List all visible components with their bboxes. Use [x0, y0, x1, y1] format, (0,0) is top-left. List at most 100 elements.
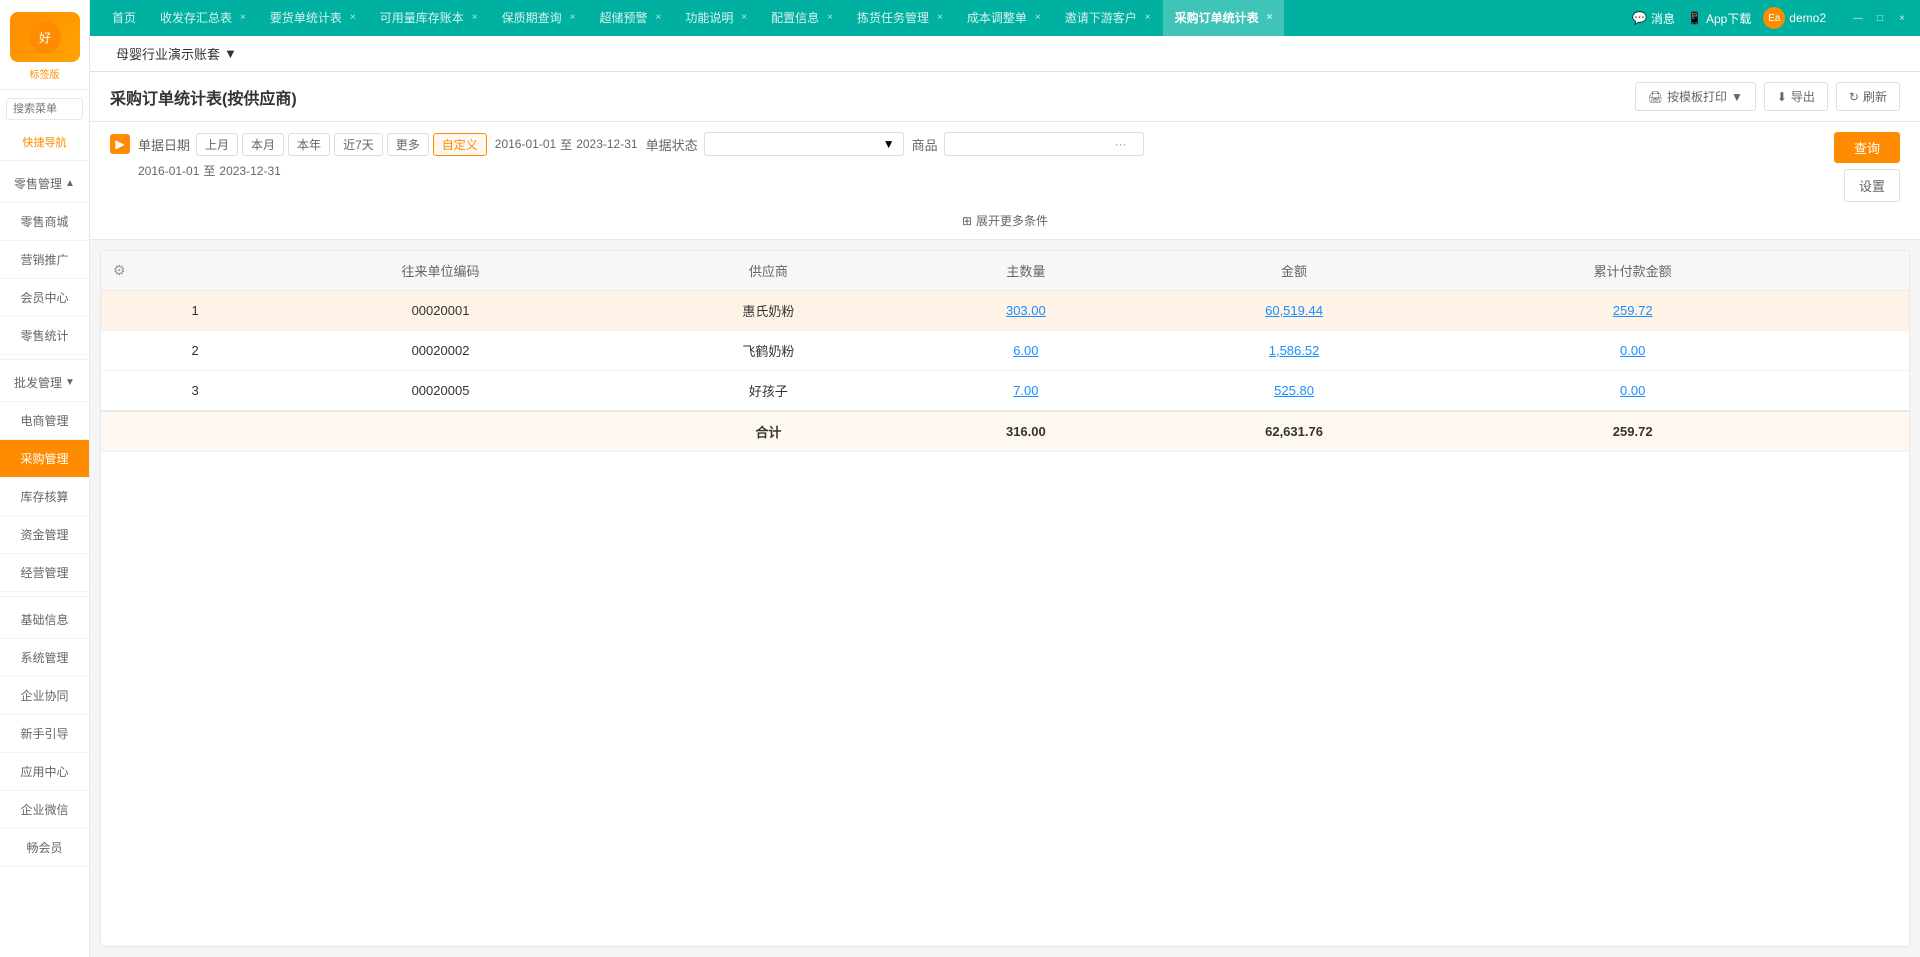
window-maximize-button[interactable]: □	[1872, 10, 1888, 26]
paid-amount-link[interactable]: 259.72	[1613, 303, 1653, 318]
tab-available-inventory[interactable]: 可用量库存账本 ×	[368, 0, 490, 36]
query-button[interactable]: 查询	[1834, 132, 1900, 163]
date-custom-button[interactable]: 自定义	[433, 133, 487, 156]
print-button[interactable]: 🖨 按模板打印 ▼	[1635, 82, 1756, 111]
tab-order-summary-label: 要货单统计表	[270, 0, 342, 36]
sidebar-item-member[interactable]: 会员中心	[0, 279, 89, 317]
nav-org-selector[interactable]: 母婴行业演示账套 ▼	[106, 36, 247, 72]
refresh-button[interactable]: ↻ 刷新	[1836, 82, 1900, 111]
download-icon: 📱	[1687, 11, 1702, 25]
date-end: 2023-12-31	[576, 137, 637, 151]
tab-function-desc[interactable]: 功能说明 ×	[673, 0, 759, 36]
date-7days-button[interactable]: 近7天	[334, 133, 383, 156]
topbar: 首页 收发存汇总表 × 要货单统计表 × 可用量库存账本 × 保质期查询 × 超…	[90, 0, 1920, 36]
tab-available-inventory-label: 可用量库存账本	[380, 0, 464, 36]
window-close-button[interactable]: ×	[1894, 10, 1910, 26]
sidebar-item-basic[interactable]: 基础信息	[0, 601, 89, 639]
sidebar-item-operations[interactable]: 经营管理	[0, 554, 89, 592]
row-main-qty-cell: 7.00	[908, 371, 1143, 412]
tab-cost-adjust[interactable]: 成本调整单 ×	[955, 0, 1053, 36]
table-row: 2 00020002 飞鹤奶粉 6.00 1,586.52 0.00	[101, 331, 1909, 371]
print-icon: 🖨	[1648, 90, 1663, 104]
sidebar-item-inventory[interactable]: 库存核算	[0, 478, 89, 516]
column-settings-icon[interactable]: ⚙	[113, 262, 126, 278]
tab-order-summary-close[interactable]: ×	[350, 0, 356, 36]
sidebar-item-enterprise[interactable]: 企业协同	[0, 677, 89, 715]
tab-home[interactable]: 首页	[100, 0, 148, 36]
filter-settings-button[interactable]: 设置	[1844, 169, 1900, 202]
date-this-year-button[interactable]: 本年	[288, 133, 330, 156]
tab-cost-adjust-close[interactable]: ×	[1035, 0, 1041, 36]
row-index-cell: 2	[138, 331, 253, 371]
tab-order-summary[interactable]: 要货单统计表 ×	[258, 0, 368, 36]
sidebar-item-system[interactable]: 系统管理	[0, 639, 89, 677]
sidebar-item-guide[interactable]: 新手引导	[0, 715, 89, 753]
date-display-secondary: 2016-01-01 至 2023-12-31	[138, 162, 1814, 179]
avatar: Ea	[1763, 7, 1785, 29]
sidebar-item-finance[interactable]: 资金管理	[0, 516, 89, 554]
sidebar-item-wholesale[interactable]: 批发管理 ▼	[0, 364, 89, 402]
window-controls: — □ ×	[1850, 10, 1910, 26]
tab-receive-summary-close[interactable]: ×	[240, 0, 246, 36]
sidebar: 好 标签版 快捷导航 零售管理 ▲ 零售商城 营销推广 会员中心 零售统计 批发…	[0, 0, 90, 957]
user-avatar[interactable]: Ea demo2	[1763, 7, 1826, 29]
date-more-button[interactable]: 更多	[387, 133, 429, 156]
app-download-button[interactable]: 📱 App下载	[1687, 10, 1751, 27]
status-select[interactable]: ▼	[704, 132, 904, 156]
amount-link[interactable]: 60,519.44	[1265, 303, 1323, 318]
sidebar-quick-nav[interactable]: 快捷导航	[0, 128, 89, 156]
tab-available-inventory-close[interactable]: ×	[472, 0, 478, 36]
row-settings-cell	[101, 331, 138, 371]
tab-receive-summary[interactable]: 收发存汇总表 ×	[148, 0, 258, 36]
sidebar-item-retail-shop[interactable]: 零售商城	[0, 203, 89, 241]
tab-overstock[interactable]: 超储预警 ×	[587, 0, 673, 36]
sidebar-item-purchase[interactable]: 采购管理	[0, 440, 89, 478]
footer-index-cell	[138, 411, 253, 452]
tab-invite[interactable]: 邀请下游客户 ×	[1053, 0, 1163, 36]
tab-pick-task[interactable]: 拣货任务管理 ×	[845, 0, 955, 36]
paid-amount-link[interactable]: 0.00	[1620, 383, 1645, 398]
row-supplier-name-cell: 惠氏奶粉	[628, 291, 908, 331]
window-minimize-button[interactable]: —	[1850, 10, 1866, 26]
row-extra-cell	[1821, 371, 1909, 412]
sidebar-item-retail[interactable]: 零售管理 ▲	[0, 165, 89, 203]
sidebar-item-wechat[interactable]: 企业微信	[0, 791, 89, 829]
export-icon: ⬇	[1777, 90, 1787, 104]
sidebar-item-ecommerce[interactable]: 电商管理	[0, 402, 89, 440]
amount-link[interactable]: 525.80	[1274, 383, 1314, 398]
nav-org-label: 母婴行业演示账套	[116, 44, 220, 63]
sidebar-item-marketing[interactable]: 营销推广	[0, 241, 89, 279]
logo-image: 好	[10, 12, 80, 62]
tab-config-close[interactable]: ×	[827, 0, 833, 36]
goods-more-icon[interactable]: ···	[1107, 137, 1135, 151]
tab-expiry[interactable]: 保质期查询 ×	[490, 0, 588, 36]
filter-toggle-button[interactable]: ▶	[110, 134, 130, 154]
date-last-month-button[interactable]: 上月	[196, 133, 238, 156]
tab-function-desc-close[interactable]: ×	[741, 0, 747, 36]
date-start-2: 2016-01-01	[138, 164, 199, 178]
main-qty-link[interactable]: 303.00	[1006, 303, 1046, 318]
date-range-display: 2016-01-01 至 2023-12-31	[495, 136, 638, 153]
tab-pick-task-close[interactable]: ×	[937, 0, 943, 36]
tab-config[interactable]: 配置信息 ×	[759, 0, 845, 36]
search-input[interactable]	[6, 98, 83, 120]
expand-more-button[interactable]: ⊞ 展开更多条件	[110, 206, 1900, 229]
main-qty-link[interactable]: 7.00	[1013, 383, 1038, 398]
tab-purchase-stats[interactable]: 采购订单统计表 ×	[1163, 0, 1285, 36]
table-header-row: ⚙ 往来单位编码 供应商 主数量 金额 累计付款金额	[101, 251, 1909, 291]
paid-amount-link[interactable]: 0.00	[1620, 343, 1645, 358]
tab-overstock-close[interactable]: ×	[655, 0, 661, 36]
message-button[interactable]: 💬 消息	[1632, 10, 1675, 27]
tab-expiry-close[interactable]: ×	[570, 0, 576, 36]
tab-invite-close[interactable]: ×	[1145, 0, 1151, 36]
tab-purchase-stats-close[interactable]: ×	[1267, 0, 1273, 36]
main-qty-link[interactable]: 6.00	[1013, 343, 1038, 358]
export-button[interactable]: ⬇ 导出	[1764, 82, 1828, 111]
goods-input[interactable]: ···	[944, 132, 1144, 156]
sidebar-item-vip[interactable]: 畅会员	[0, 829, 89, 867]
date-this-month-button[interactable]: 本月	[242, 133, 284, 156]
date-separator: 至	[560, 136, 572, 153]
amount-link[interactable]: 1,586.52	[1269, 343, 1320, 358]
sidebar-item-retail-stats[interactable]: 零售统计	[0, 317, 89, 355]
sidebar-item-app-center[interactable]: 应用中心	[0, 753, 89, 791]
